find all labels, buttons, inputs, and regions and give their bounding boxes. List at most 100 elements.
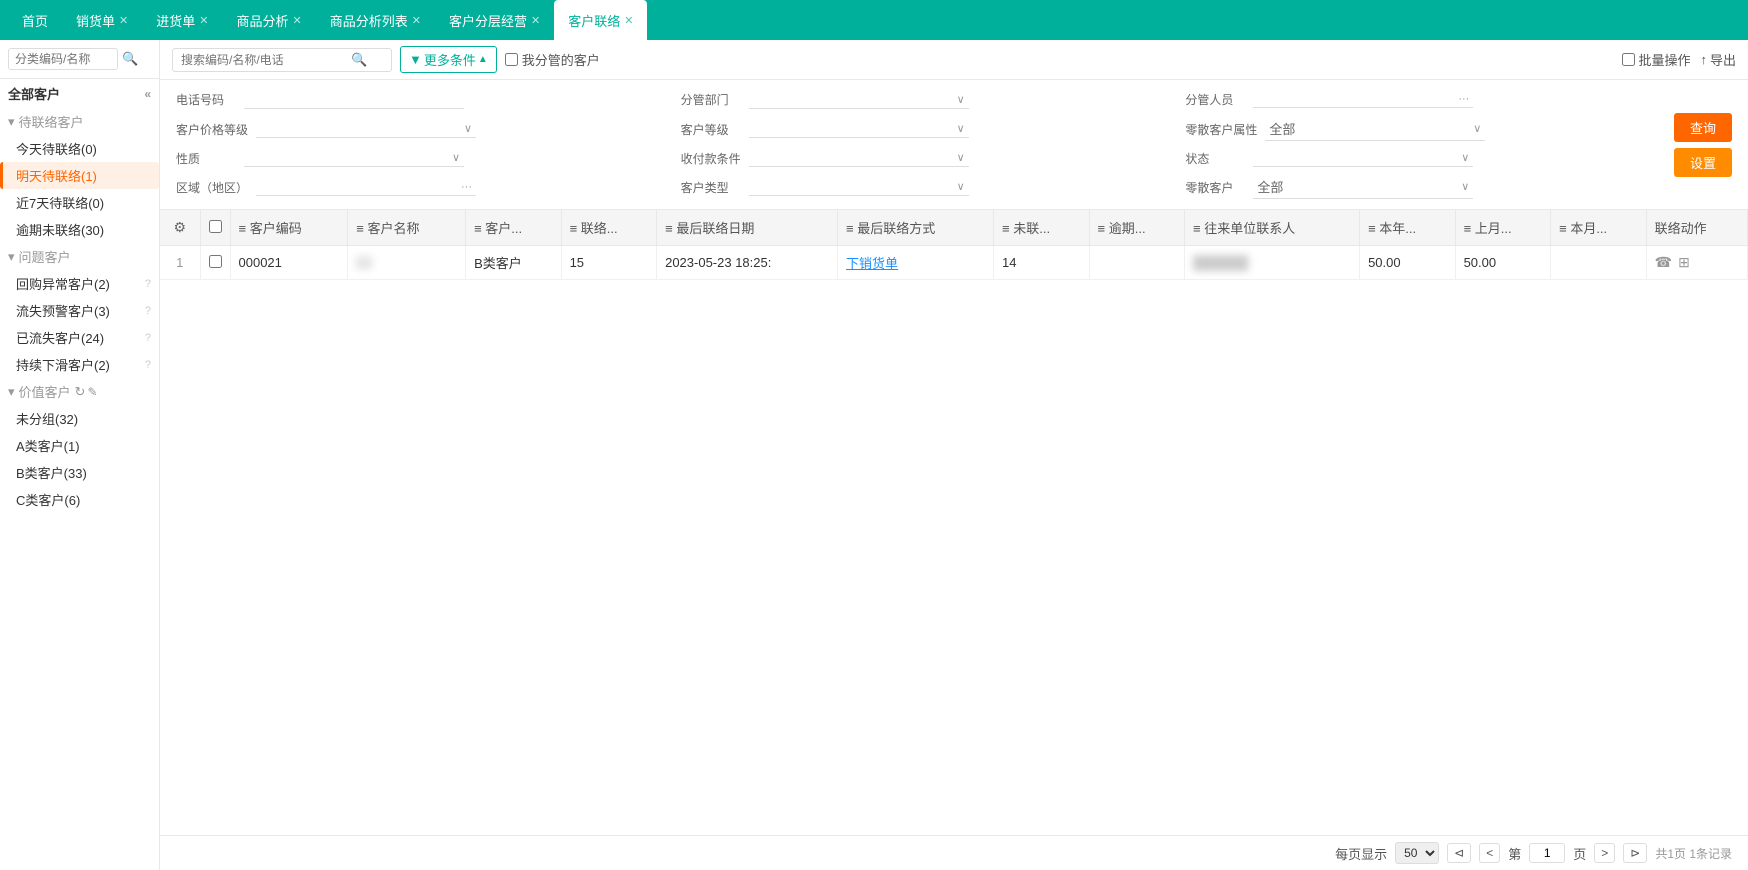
col-customer-code[interactable]: ≡ 客户编码 xyxy=(230,210,348,246)
value-edit-icon[interactable]: ✎ xyxy=(87,385,97,399)
more-action-icon[interactable]: ⊞ xyxy=(1678,254,1690,271)
nav-purchase[interactable]: 进货单 ✕ xyxy=(142,0,222,40)
col-last-month[interactable]: ≡ 上月... xyxy=(1455,210,1551,246)
filter-retail-attr-label: 零散客户属性 xyxy=(1185,121,1257,138)
filter-customer-grade-select[interactable]: ∨ xyxy=(749,120,969,138)
col-overdue[interactable]: ≡ 逾期... xyxy=(1089,210,1185,246)
first-page-btn[interactable]: ⊲ xyxy=(1447,843,1471,863)
cell-name: Ea xyxy=(348,246,466,280)
batch-checkbox[interactable] xyxy=(1622,53,1635,66)
col-action: 联络动作 xyxy=(1646,210,1747,246)
sidebar-group-pending: ▾ 待联络客户 xyxy=(0,108,159,135)
nav-close-customer-tier[interactable]: ✕ xyxy=(531,14,540,27)
customer-grade-chevron-icon: ∨ xyxy=(957,122,965,135)
filter-phone: 电话号码 xyxy=(176,90,649,109)
col-no-contact[interactable]: ≡ 未联... xyxy=(994,210,1090,246)
page-size-select[interactable]: 50 xyxy=(1395,842,1439,864)
filter-person-select[interactable]: ··· xyxy=(1253,91,1473,108)
sidebar-item-declining[interactable]: 持续下滑客户(2) ? xyxy=(0,351,159,378)
sidebar-search-input[interactable] xyxy=(8,48,118,70)
query-button[interactable]: 查询 xyxy=(1674,113,1732,142)
sidebar-search-icon[interactable]: 🔍 xyxy=(122,51,138,67)
filter-retail-customer: 零散客户 全部 ∨ xyxy=(1185,175,1658,199)
filter-nature-select[interactable]: ∨ xyxy=(244,149,464,167)
prev-page-btn[interactable]: < xyxy=(1479,843,1500,863)
sidebar-item-churn-warning[interactable]: 流失预警客户(3) ? xyxy=(0,297,159,324)
sidebar-item-7days[interactable]: 近7天待联络(0) xyxy=(0,189,159,216)
next-page-btn[interactable]: > xyxy=(1594,843,1615,863)
value-refresh-icon[interactable]: ↻ xyxy=(75,384,86,400)
col-select-all[interactable] xyxy=(200,210,230,246)
filter-price-grade-select[interactable]: ∨ xyxy=(256,120,476,138)
cell-last-contact-method[interactable]: 下销货单 xyxy=(838,246,994,280)
col-last-contact-date[interactable]: ≡ 最后联络日期 xyxy=(657,210,838,246)
filter-retail-attr-select[interactable]: 全部 ∨ xyxy=(1265,117,1485,141)
sidebar-item-class-a[interactable]: A类客户(1) xyxy=(0,432,159,459)
export-btn[interactable]: ↑ 导出 xyxy=(1700,50,1736,69)
group-arrow-problem: ▾ xyxy=(8,249,15,265)
col-this-month[interactable]: ≡ 本月... xyxy=(1551,210,1647,246)
col-level[interactable]: ≡ 客户... xyxy=(466,210,562,246)
page-number-input[interactable] xyxy=(1529,843,1565,863)
sidebar-item-today[interactable]: 今天待联络(0) xyxy=(0,135,159,162)
group-arrow-value: ▾ xyxy=(8,384,15,400)
cell-level: B类客户 xyxy=(466,246,562,280)
col-contact[interactable]: ≡ 联络... xyxy=(561,210,657,246)
nav-home[interactable]: 首页 xyxy=(8,0,62,40)
nav-close-sales[interactable]: ✕ xyxy=(119,14,128,27)
cell-checkbox[interactable] xyxy=(200,246,230,280)
sidebar-item-repurchase-abnormal[interactable]: 回购异常客户(2) ? xyxy=(0,270,159,297)
column-settings-icon[interactable]: ⚙ xyxy=(173,219,186,235)
filter-retail-customer-select[interactable]: 全部 ∨ xyxy=(1253,175,1473,199)
nav-product-analysis-list[interactable]: 商品分析列表 ✕ xyxy=(316,0,435,40)
nav-close-product-analysis[interactable]: ✕ xyxy=(293,14,302,27)
row-checkbox[interactable] xyxy=(209,255,222,268)
nav-product-analysis[interactable]: 商品分析 ✕ xyxy=(222,0,315,40)
payment-chevron-icon: ∨ xyxy=(957,151,965,164)
filter-nature-label: 性质 xyxy=(176,150,236,167)
filter-retail-attr: 零散客户属性 全部 ∨ xyxy=(1185,117,1658,141)
toolbar-search-icon[interactable]: 🔍 xyxy=(351,52,367,68)
select-all-checkbox[interactable] xyxy=(209,220,222,233)
nav-close-purchase[interactable]: ✕ xyxy=(199,14,208,27)
sidebar-item-class-c[interactable]: C类客户(6) xyxy=(0,486,159,513)
col-customer-name[interactable]: ≡ 客户名称 xyxy=(348,210,466,246)
filter-status-select[interactable]: ∨ xyxy=(1253,149,1473,167)
toolbar-search-input[interactable] xyxy=(181,53,351,67)
filter-payment-select[interactable]: ∨ xyxy=(749,149,969,167)
filter-more-btn[interactable]: ▼ 更多条件 ▲ xyxy=(400,46,497,73)
col-last-contact-method[interactable]: ≡ 最后联络方式 xyxy=(838,210,994,246)
filter-dept-select[interactable]: ∨ xyxy=(749,91,969,109)
my-customer-checkbox[interactable] xyxy=(505,53,518,66)
batch-operation-btn[interactable]: 批量操作 xyxy=(1622,50,1690,69)
cell-this-month xyxy=(1551,246,1647,280)
col-this-year[interactable]: ≡ 本年... xyxy=(1360,210,1456,246)
filter-region-select[interactable]: ··· xyxy=(256,179,476,196)
nav-close-product-analysis-list[interactable]: ✕ xyxy=(412,14,421,27)
content-area: 🔍 ▼ 更多条件 ▲ 我分管的客户 批量操作 ↑ 导出 xyxy=(160,40,1748,870)
contact-action-icon[interactable]: ☎ xyxy=(1655,254,1672,271)
nav-customer-tier[interactable]: 客户分层经营 ✕ xyxy=(435,0,554,40)
sidebar-item-unclassified[interactable]: 未分组(32) xyxy=(0,405,159,432)
cell-no-contact: 14 xyxy=(994,246,1090,280)
reset-button[interactable]: 设置 xyxy=(1674,148,1732,177)
filter-payment: 收付款条件 ∨ xyxy=(681,149,1154,167)
sidebar-item-overdue[interactable]: 逾期未联络(30) xyxy=(0,216,159,243)
col-company-contact[interactable]: ≡ 往来单位联系人 xyxy=(1185,210,1360,246)
nav-close-customer-contact[interactable]: ✕ xyxy=(624,14,633,27)
filter-customer-type-select[interactable]: ∨ xyxy=(749,178,969,196)
filter-dept: 分管部门 ∨ xyxy=(681,91,1154,109)
sidebar-all-customers[interactable]: 全部客户 « xyxy=(0,79,159,108)
filter-phone-input[interactable] xyxy=(244,90,464,109)
sidebar-collapse-icon: « xyxy=(144,87,151,101)
filter-retail-customer-label: 零散客户 xyxy=(1185,179,1245,196)
my-customer-checkbox-label[interactable]: 我分管的客户 xyxy=(505,50,600,69)
last-page-btn[interactable]: ⊳ xyxy=(1623,843,1647,863)
nav-sales[interactable]: 销货单 ✕ xyxy=(62,0,142,40)
sidebar-item-tomorrow[interactable]: 明天待联络(1) xyxy=(0,162,159,189)
sidebar-item-churned[interactable]: 已流失客户(24) ? xyxy=(0,324,159,351)
nav-customer-contact[interactable]: 客户联络 ✕ xyxy=(554,0,647,40)
sidebar-group-value: ▾ 价值客户 ↻ ✎ xyxy=(0,378,159,405)
sidebar-item-class-b[interactable]: B类客户(33) xyxy=(0,459,159,486)
sidebar-search-area: 🔍 xyxy=(0,40,159,79)
